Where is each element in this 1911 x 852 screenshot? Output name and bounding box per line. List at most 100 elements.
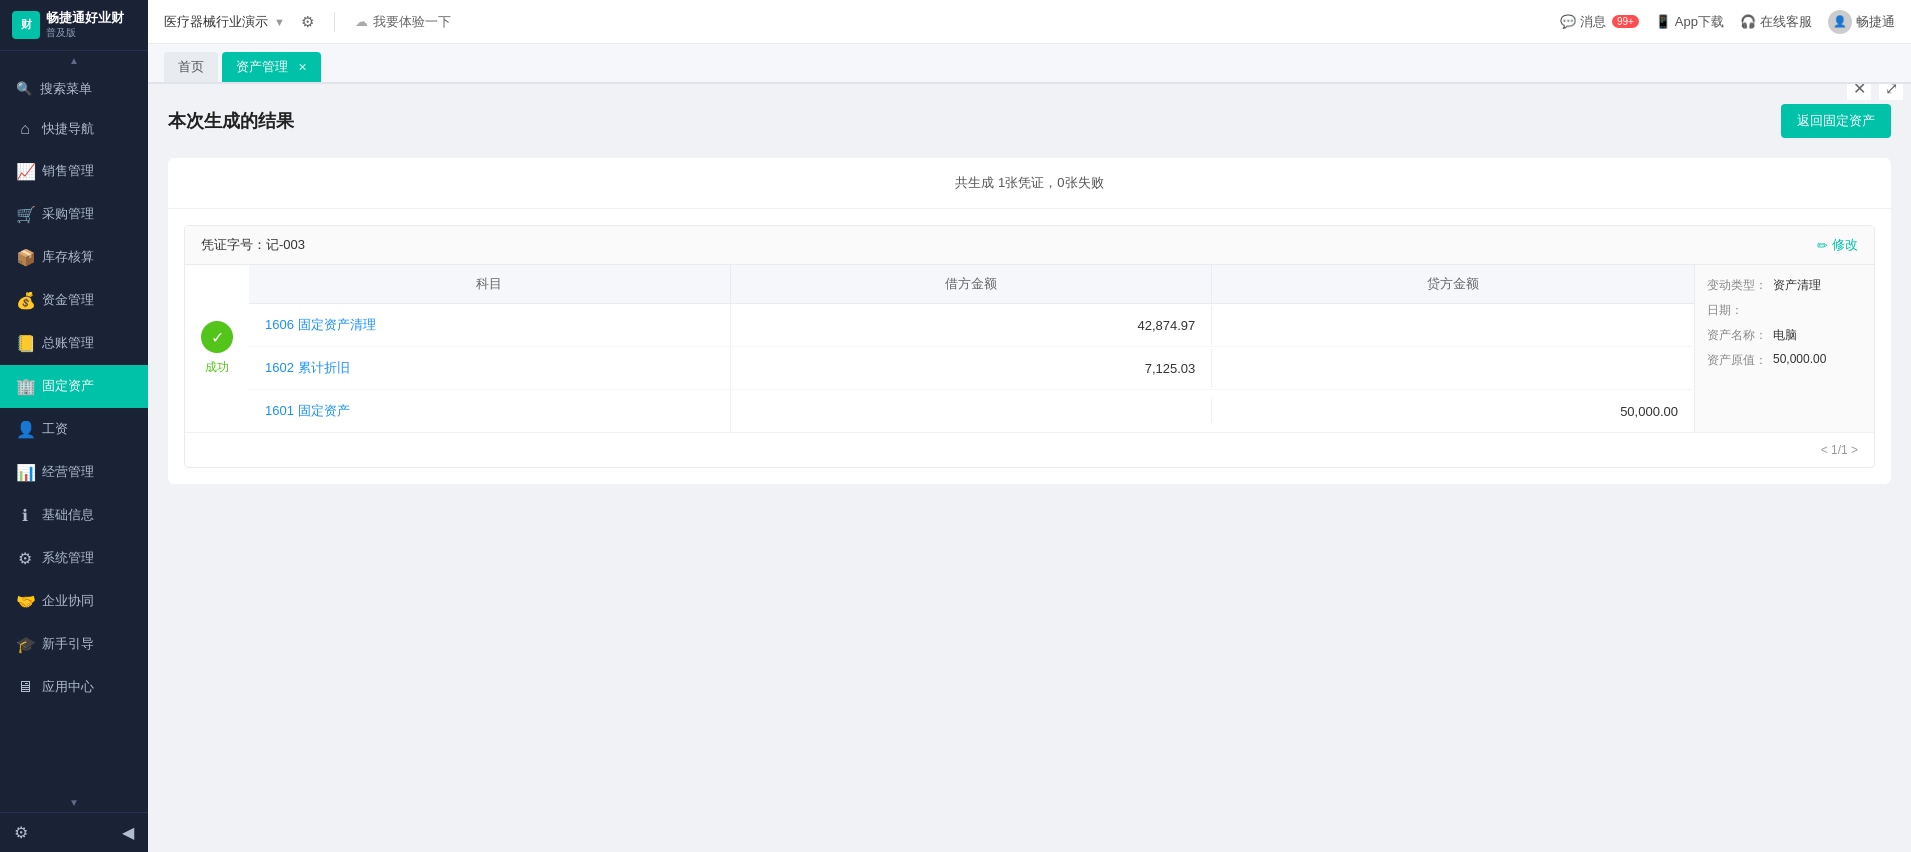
workspace-gear-icon[interactable]: ⚙ bbox=[301, 13, 314, 31]
sidebar-label-purchase: 采购管理 bbox=[42, 205, 94, 223]
edit-icon: ✏ bbox=[1817, 238, 1828, 253]
main-content: ✕ ⤢ 本次生成的结果 返回固定资产 共生成 1张凭证，0张失败 凭证字号：记-… bbox=[148, 84, 1911, 852]
topbar-divider-1 bbox=[334, 12, 335, 32]
nav-tabs: 首页 资产管理 ✕ bbox=[148, 44, 1911, 84]
headset-icon: 🎧 bbox=[1740, 14, 1756, 29]
topbar: 医疗器械行业演示 ▼ ⚙ ☁ 我要体验一下 💬 消息 99+ 📱 App下载 🎧… bbox=[148, 0, 1911, 44]
sidebar-label-operations: 经营管理 bbox=[42, 463, 94, 481]
operations-icon: 📊 bbox=[16, 463, 34, 482]
workspace-name: 医疗器械行业演示 bbox=[164, 13, 268, 31]
sidebar-item-guide[interactable]: 🎓 新手引导 bbox=[0, 623, 148, 666]
voucher-table: 科目 借方金额 贷方金额 1606 固定资产清理 42,874.97 1602 … bbox=[249, 265, 1694, 432]
sidebar-label-payroll: 工资 bbox=[42, 420, 68, 438]
sidebar-item-inventory[interactable]: 📦 库存核算 bbox=[0, 236, 148, 279]
original-value-field: 资产原值： 50,000.00 bbox=[1707, 352, 1862, 369]
row2-debit: 7,125.03 bbox=[731, 349, 1213, 388]
sidebar-label-cooperation: 企业协同 bbox=[42, 592, 94, 610]
sidebar-item-ledger[interactable]: 📒 总账管理 bbox=[0, 322, 148, 365]
tab-home[interactable]: 首页 bbox=[164, 52, 218, 82]
panel-close-button[interactable]: ✕ bbox=[1847, 84, 1871, 100]
row2-credit bbox=[1212, 356, 1694, 380]
sidebar-search[interactable]: 🔍 搜索菜单 bbox=[0, 70, 148, 108]
workspace-selector[interactable]: 医疗器械行业演示 ▼ bbox=[164, 13, 285, 31]
return-button[interactable]: 返回固定资产 bbox=[1781, 104, 1891, 138]
original-value-label: 资产原值： bbox=[1707, 352, 1767, 369]
row3-credit: 50,000.00 bbox=[1212, 392, 1694, 431]
scroll-down-indicator: ▼ bbox=[0, 793, 148, 812]
edit-label: 修改 bbox=[1832, 236, 1858, 254]
col-header-subject: 科目 bbox=[249, 265, 731, 303]
sidebar-item-basic-info[interactable]: ℹ 基础信息 bbox=[0, 494, 148, 537]
sidebar: 财 畅捷通好业财 普及版 ▲ 🔍 搜索菜单 ⌂ 快捷导航 📈 销售管理 🛒 采购… bbox=[0, 0, 148, 852]
edit-button[interactable]: ✏ 修改 bbox=[1817, 236, 1858, 254]
date-field: 日期： bbox=[1707, 302, 1862, 319]
capital-icon: 💰 bbox=[16, 291, 34, 310]
sidebar-item-fixed-assets[interactable]: 🏢 固定资产 bbox=[0, 365, 148, 408]
user-avatar: 👤 bbox=[1828, 10, 1852, 34]
page-title: 本次生成的结果 bbox=[168, 109, 294, 133]
voucher-section: 凭证字号：记-003 ✏ 修改 ✓ 成功 科目 bbox=[184, 225, 1875, 468]
row3-subject[interactable]: 1601 固定资产 bbox=[249, 390, 731, 432]
sidebar-label-basic-info: 基础信息 bbox=[42, 506, 94, 524]
sidebar-collapse-icon[interactable]: ◀ bbox=[122, 823, 134, 842]
voucher-sidebar: 变动类型： 资产清理 日期： 资产名称： 电脑 资产原值： bbox=[1694, 265, 1874, 432]
panel-controls: ✕ ⤢ bbox=[1847, 84, 1903, 100]
sidebar-item-quick-nav[interactable]: ⌂ 快捷导航 bbox=[0, 108, 148, 150]
sidebar-item-capital[interactable]: 💰 资金管理 bbox=[0, 279, 148, 322]
original-value-value: 50,000.00 bbox=[1773, 352, 1826, 369]
tab-home-label: 首页 bbox=[178, 59, 204, 74]
sidebar-item-system[interactable]: ⚙ 系统管理 bbox=[0, 537, 148, 580]
tab-asset-management-close-icon[interactable]: ✕ bbox=[298, 61, 307, 73]
col-header-debit: 借方金额 bbox=[731, 265, 1213, 303]
sidebar-item-payroll[interactable]: 👤 工资 bbox=[0, 408, 148, 451]
tab-asset-management[interactable]: 资产管理 ✕ bbox=[222, 52, 321, 82]
voucher-header: 凭证字号：记-003 ✏ 修改 bbox=[185, 226, 1874, 265]
main-area: 医疗器械行业演示 ▼ ⚙ ☁ 我要体验一下 💬 消息 99+ 📱 App下载 🎧… bbox=[148, 0, 1911, 852]
app-download-button[interactable]: 📱 App下载 bbox=[1655, 13, 1724, 31]
sidebar-label-capital: 资金管理 bbox=[42, 291, 94, 309]
sidebar-label-quick-nav: 快捷导航 bbox=[42, 120, 94, 138]
notifications-button[interactable]: 💬 消息 99+ bbox=[1560, 13, 1639, 31]
change-type-label: 变动类型： bbox=[1707, 277, 1767, 294]
online-service-button[interactable]: 🎧 在线客服 bbox=[1740, 13, 1812, 31]
sidebar-settings-icon[interactable]: ⚙ bbox=[14, 823, 28, 842]
basic-info-icon: ℹ bbox=[16, 506, 34, 525]
cooperation-icon: 🤝 bbox=[16, 592, 34, 611]
sidebar-item-purchase[interactable]: 🛒 采购管理 bbox=[0, 193, 148, 236]
app-download-label: App下载 bbox=[1675, 13, 1724, 31]
row2-subject[interactable]: 1602 累计折旧 bbox=[249, 347, 731, 389]
logo-sub: 普及版 bbox=[46, 26, 124, 40]
quick-nav-icon: ⌂ bbox=[16, 120, 34, 138]
pagination[interactable]: < 1/1 > bbox=[185, 432, 1874, 467]
sidebar-item-sales[interactable]: 📈 销售管理 bbox=[0, 150, 148, 193]
change-type-value: 资产清理 bbox=[1773, 277, 1821, 294]
date-label: 日期： bbox=[1707, 302, 1743, 319]
sidebar-item-operations[interactable]: 📊 经营管理 bbox=[0, 451, 148, 494]
sidebar-item-cooperation[interactable]: 🤝 企业协同 bbox=[0, 580, 148, 623]
sidebar-label-app-center: 应用中心 bbox=[42, 678, 94, 696]
voucher-id: 凭证字号：记-003 bbox=[201, 236, 305, 254]
sidebar-item-app-center[interactable]: 🖥 应用中心 bbox=[0, 666, 148, 708]
panel-expand-button[interactable]: ⤢ bbox=[1879, 84, 1903, 100]
ledger-icon: 📒 bbox=[16, 334, 34, 353]
logo-text-group: 畅捷通好业财 普及版 bbox=[46, 10, 124, 40]
row1-credit bbox=[1212, 313, 1694, 337]
notifications-label: 消息 bbox=[1580, 13, 1606, 31]
sales-icon: 📈 bbox=[16, 162, 34, 181]
asset-name-value: 电脑 bbox=[1773, 327, 1797, 344]
row1-subject[interactable]: 1606 固定资产清理 bbox=[249, 304, 731, 346]
success-mark: ✓ 成功 bbox=[185, 265, 249, 432]
user-name: 畅捷通 bbox=[1856, 13, 1895, 31]
sidebar-label-system: 系统管理 bbox=[42, 549, 94, 567]
success-label: 成功 bbox=[205, 359, 229, 376]
guide-icon: 🎓 bbox=[16, 635, 34, 654]
sidebar-label-sales: 销售管理 bbox=[42, 162, 94, 180]
user-profile[interactable]: 👤 畅捷通 bbox=[1828, 10, 1895, 34]
success-icon: ✓ bbox=[201, 321, 233, 353]
asset-name-field: 资产名称： 电脑 bbox=[1707, 327, 1862, 344]
sidebar-label-ledger: 总账管理 bbox=[42, 334, 94, 352]
workspace-chevron-icon: ▼ bbox=[274, 16, 285, 28]
table-header: 科目 借方金额 贷方金额 bbox=[249, 265, 1694, 304]
experience-button[interactable]: ☁ 我要体验一下 bbox=[355, 13, 451, 31]
payroll-icon: 👤 bbox=[16, 420, 34, 439]
